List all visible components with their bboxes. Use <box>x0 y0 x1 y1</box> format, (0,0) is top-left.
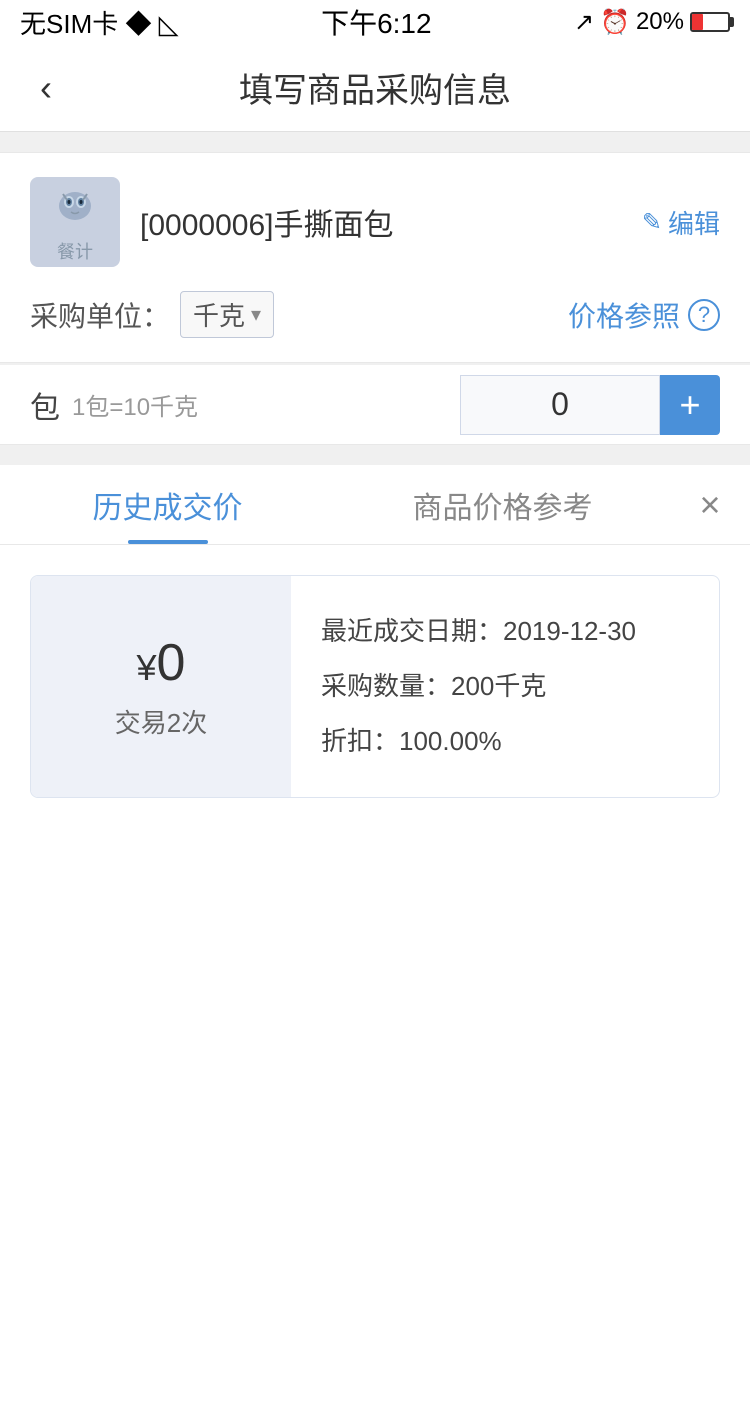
status-icons: ↗ ⏰ 20% <box>574 8 730 37</box>
product-image: 餐计 <box>30 177 120 267</box>
date-value: 2019-12-30 <box>503 616 636 646</box>
quantity-row: 包 1包=10千克 + <box>0 365 750 445</box>
product-top-row: 餐计 [0000006]手撕面包 ✎ 编辑 <box>30 177 720 267</box>
price-ref-label: 价格参照 <box>568 295 680 335</box>
tab-history-price[interactable]: 历史成交价 <box>0 465 335 544</box>
unit-select-dropdown[interactable]: 千克 ▾ <box>180 291 274 338</box>
unit-value: 千克 <box>193 296 245 333</box>
page-title: 填写商品采购信息 <box>239 63 511 112</box>
trade-discount-row: 折扣：100.00% <box>321 722 689 761</box>
unit-text: 采购单位： <box>30 295 170 335</box>
discount-value: 100.00% <box>399 726 502 756</box>
edit-button[interactable]: ✎ 编辑 <box>642 204 720 241</box>
currency-symbol: ¥ <box>137 647 157 688</box>
battery-icon <box>690 12 730 32</box>
history-content: ¥0 交易2次 最近成交日期：2019-12-30 采购数量：200千克 折扣：… <box>0 545 750 828</box>
trade-card: ¥0 交易2次 最近成交日期：2019-12-30 采购数量：200千克 折扣：… <box>30 575 720 798</box>
empty-content-area <box>0 828 750 1428</box>
back-button[interactable]: ‹ <box>30 57 62 119</box>
tab-history-label: 历史成交价 <box>93 483 243 527</box>
location-icon: ↗ <box>574 8 594 37</box>
trade-card-right: 最近成交日期：2019-12-30 采购数量：200千克 折扣：100.00% <box>291 576 719 797</box>
unit-conversion: 1包=10千克 <box>72 387 198 422</box>
close-tabs-button[interactable]: × <box>670 484 750 526</box>
date-label: 最近成交日期： <box>321 616 503 646</box>
trade-price: ¥0 <box>137 633 186 693</box>
unit-label-area: 采购单位： 千克 ▾ <box>30 291 274 338</box>
bao-label: 包 <box>30 383 60 427</box>
discount-label: 折扣： <box>321 726 399 756</box>
price-reference-button[interactable]: 价格参照 ? <box>568 295 720 335</box>
carrier-text: 无SIM卡 ◆ ◺ <box>20 4 179 41</box>
tab-product-price-ref[interactable]: 商品价格参考 <box>335 465 670 544</box>
edit-label: 编辑 <box>668 204 720 241</box>
owl-label: 餐计 <box>57 238 93 264</box>
product-info: 餐计 [0000006]手撕面包 <box>30 177 393 267</box>
chevron-down-icon: ▾ <box>251 302 261 327</box>
price-value: 0 <box>157 634 186 692</box>
trade-card-left: ¥0 交易2次 <box>31 576 291 797</box>
help-icon: ? <box>688 299 720 331</box>
quantity-plus-button[interactable]: + <box>660 375 720 435</box>
trade-count: 交易2次 <box>115 703 207 740</box>
trade-date-row: 最近成交日期：2019-12-30 <box>321 612 689 651</box>
battery-percent: 20% <box>636 8 684 36</box>
status-bar: 无SIM卡 ◆ ◺ 下午6:12 ↗ ⏰ 20% <box>0 0 750 44</box>
product-card: 餐计 [0000006]手撕面包 ✎ 编辑 采购单位： 千克 ▾ 价格参照 ? <box>0 152 750 363</box>
qty-value: 200千克 <box>451 671 546 701</box>
owl-icon <box>51 180 99 236</box>
tabs-section: 历史成交价 商品价格参考 × ¥0 交易2次 最近成交日期：2019-12-30… <box>0 465 750 828</box>
alarm-icon: ⏰ <box>600 8 630 37</box>
tab-active-indicator <box>128 540 208 544</box>
product-bottom-row: 采购单位： 千克 ▾ 价格参照 ? <box>30 291 720 338</box>
qty-label: 采购数量： <box>321 671 451 701</box>
product-name: [0000006]手撕面包 <box>140 200 393 244</box>
edit-icon: ✎ <box>642 208 662 237</box>
status-carrier: 无SIM卡 ◆ ◺ <box>20 4 179 41</box>
quantity-input-area: + <box>460 375 720 435</box>
header: ‹ 填写商品采购信息 <box>0 44 750 132</box>
status-time: 下午6:12 <box>321 2 432 42</box>
tab-product-label: 商品价格参考 <box>413 483 593 527</box>
tabs-header: 历史成交价 商品价格参考 × <box>0 465 750 545</box>
unit-info: 包 1包=10千克 <box>30 383 198 427</box>
trade-qty-row: 采购数量：200千克 <box>321 667 689 706</box>
quantity-input[interactable] <box>460 375 660 435</box>
